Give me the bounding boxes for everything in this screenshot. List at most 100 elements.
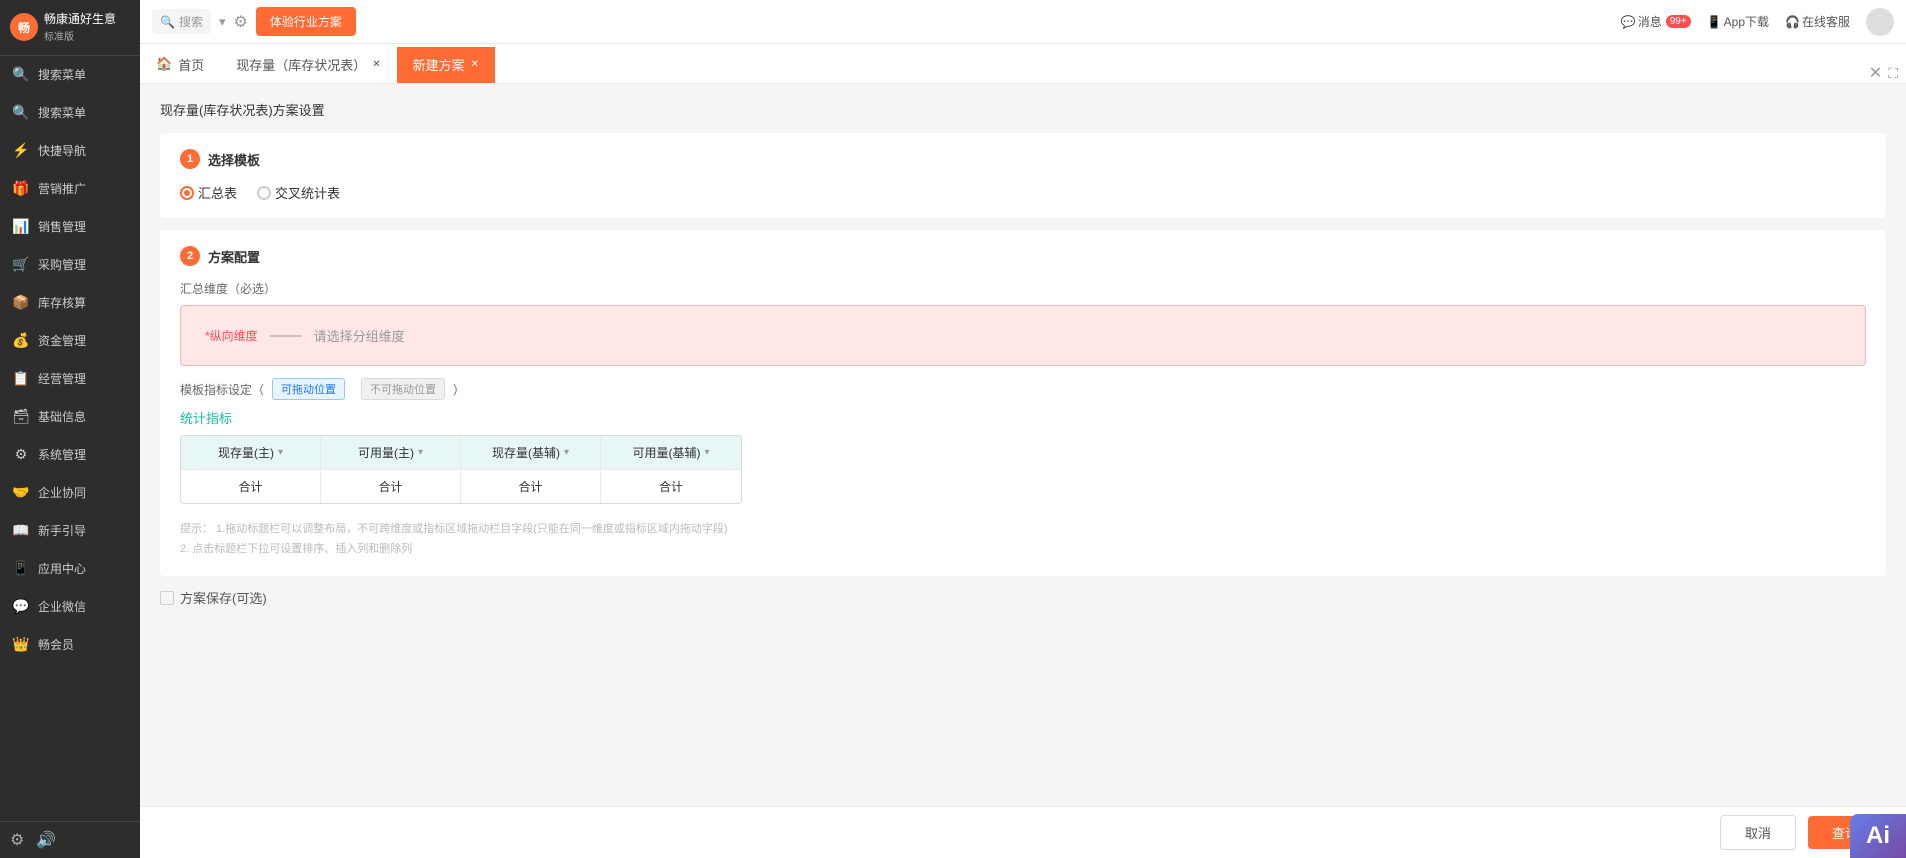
step1-badge: 1 [180, 149, 200, 169]
step2-section: 2 方案配置 汇总维度（必选） *纵向维度 —— 请选择分组维度 模板指标设定（… [160, 230, 1886, 576]
trial-button[interactable]: 体验行业方案 [256, 7, 356, 36]
dim-arrow: —— [270, 327, 302, 345]
tab-expand-icon[interactable]: ⛶ [1888, 65, 1898, 82]
headset-icon: 🎧 [1785, 15, 1800, 29]
sidebar-search-label: 搜索菜单 [38, 66, 86, 83]
message-badge: 99+ [1666, 15, 1691, 28]
footer: 取消 查询 [140, 806, 1906, 858]
page-title: 现存量(库存状况表)方案设置 [160, 100, 1886, 119]
member-icon: 👑 [12, 636, 30, 654]
logo-icon: 畅 [10, 13, 38, 41]
stats-body-cell-0: 合计 [181, 470, 321, 503]
stats-body-text-0: 合计 [238, 478, 262, 495]
operation-icon: 📋 [12, 370, 30, 388]
sidebar-item-finance[interactable]: 💰 资金管理 [0, 322, 140, 360]
tip-2: 2. 点击标题栏下拉可设置排序、插入列和删除列 [180, 540, 1866, 556]
sidebar-item-label-search: 搜索菜单 [38, 104, 86, 121]
sidebar-item-label-purchase: 采购管理 [38, 256, 86, 273]
stats-body-cell-3: 合计 [601, 470, 741, 503]
radio-crosstab-label: 交叉统计表 [275, 183, 340, 202]
sidebar-item-label-basic: 基础信息 [38, 408, 86, 425]
tab-inventory-close[interactable]: ✕ [372, 59, 380, 70]
tab-inventory-status[interactable]: 现存量（库存状况表） ✕ [220, 47, 396, 83]
sidebar-item-contract[interactable]: 🤝 企业协同 [0, 474, 140, 512]
settings-icon[interactable]: ⚙ [10, 830, 24, 850]
sidebar-item-search[interactable]: 🔍 搜索菜单 [0, 94, 140, 132]
stats-header-cell-3[interactable]: 可用量(基辅) ▾ [601, 436, 741, 469]
stats-label: 统计指标 [180, 408, 1866, 427]
wechat-icon: 💬 [12, 598, 30, 616]
tab-new-plan-close[interactable]: ✕ [471, 59, 479, 70]
tip-1: 提示： 1.拖动标题栏可以调整布局，不可跨维度或指标区域拖动栏目字段(只能在同一… [180, 520, 1866, 536]
chevron-down-icon-3: ▾ [704, 447, 709, 458]
user-avatar[interactable] [1866, 8, 1894, 36]
logo-subtitle: 标准版 [44, 28, 116, 43]
search-icon: 🔍 [12, 66, 30, 84]
ai-badge[interactable]: Ai [1850, 814, 1906, 858]
radio-crosstab[interactable]: 交叉统计表 [257, 183, 340, 202]
tab-new-plan[interactable]: 新建方案 ✕ [397, 47, 495, 83]
basic-icon: 🗃 [12, 408, 30, 426]
save-option[interactable]: 方案保存(可选) [160, 588, 1886, 607]
topbar-right: 💬 消息 99+ 📱 App下载 🎧 在线客服 [1621, 8, 1894, 36]
sidebar-item-purchase[interactable]: 🛒 采购管理 [0, 246, 140, 284]
stats-header-cell-2[interactable]: 现存量(基辅) ▾ [461, 436, 601, 469]
step1-title: 选择模板 [208, 150, 260, 169]
sales-icon: 📊 [12, 218, 30, 236]
sidebar-item-wechat[interactable]: 💬 企业微信 [0, 588, 140, 626]
tab-close-panel-icon[interactable]: ✕ [1869, 63, 1882, 83]
radio-crosstab-dot [257, 186, 271, 200]
sidebar-search[interactable]: 🔍 搜索菜单 [0, 56, 140, 94]
stats-body-text-2: 合计 [518, 478, 542, 495]
guide-icon: 📖 [12, 522, 30, 540]
speaker-icon[interactable]: 🔊 [36, 830, 56, 850]
cancel-button[interactable]: 取消 [1720, 815, 1796, 850]
step1-section: 1 选择模板 汇总表 交叉统计表 [160, 133, 1886, 218]
contract-icon: 🤝 [12, 484, 30, 502]
sidebar-item-label-quicknav: 快捷导航 [38, 142, 86, 159]
service-item[interactable]: 🎧 在线客服 [1785, 13, 1850, 30]
stats-header-text-1: 可用量(主) [358, 444, 414, 461]
sidebar-item-label-contract: 企业协同 [38, 484, 86, 501]
topbar-search-icon: 🔍 [160, 15, 175, 29]
sidebar-item-operation[interactable]: 📋 经营管理 [0, 360, 140, 398]
sidebar: 畅 畅康通好生意 标准版 🔍 搜索菜单 🔍 搜索菜单 ⚡ 快捷导航 🎁 营销推广… [0, 0, 140, 858]
template-radio-group: 汇总表 交叉统计表 [180, 183, 1866, 202]
stats-body-row: 合计 合计 合计 合计 [181, 469, 741, 503]
topbar-dropdown-icon[interactable]: ▾ [219, 14, 226, 30]
sidebar-item-marketing[interactable]: 🎁 营销推广 [0, 170, 140, 208]
search-icon: 🔍 [12, 104, 30, 122]
marketing-icon: 🎁 [12, 180, 30, 198]
topbar-search-text: 搜索 [179, 13, 203, 30]
sidebar-item-label-guide: 新手引导 [38, 522, 86, 539]
sidebar-item-label-inventory: 库存核算 [38, 294, 86, 311]
radio-summary[interactable]: 汇总表 [180, 183, 237, 202]
sidebar-item-guide[interactable]: 📖 新手引导 [0, 512, 140, 550]
tabs-bar: 🏠 首页 现存量（库存状况表） ✕ 新建方案 ✕ ✕ ⛶ [140, 44, 1906, 84]
sidebar-item-inventory[interactable]: 📦 库存核算 [0, 284, 140, 322]
topbar-search-box[interactable]: 🔍 搜索 [152, 9, 211, 34]
sidebar-item-appstore[interactable]: 📱 应用中心 [0, 550, 140, 588]
sidebar-item-sales[interactable]: 📊 销售管理 [0, 208, 140, 246]
sidebar-item-quicknav[interactable]: ⚡ 快捷导航 [0, 132, 140, 170]
sidebar-item-system[interactable]: ⚙ 系统管理 [0, 436, 140, 474]
indicator-label-text: 模板指标设定（ [180, 381, 264, 398]
sidebar-item-member[interactable]: 👑 畅会员 [0, 626, 140, 664]
page-content: 现存量(库存状况表)方案设置 1 选择模板 汇总表 交叉统计表 [140, 84, 1906, 806]
chevron-down-icon-1: ▾ [418, 447, 423, 458]
stats-header-row: 现存量(主) ▾ 可用量(主) ▾ 现存量(基辅) ▾ [181, 436, 741, 469]
save-checkbox[interactable] [160, 591, 174, 605]
tab-new-plan-label: 新建方案 [413, 55, 465, 74]
stats-header-text-2: 现存量(基辅) [492, 444, 560, 461]
stats-header-cell-0[interactable]: 现存量(主) ▾ [181, 436, 321, 469]
message-item[interactable]: 💬 消息 99+ [1621, 13, 1691, 30]
dim-box[interactable]: *纵向维度 —— 请选择分组维度 [180, 305, 1866, 366]
app-download-item[interactable]: 📱 App下载 [1707, 13, 1769, 30]
sidebar-item-basic[interactable]: 🗃 基础信息 [0, 398, 140, 436]
movable-badge: 可拖动位置 [272, 378, 345, 400]
chevron-down-icon-2: ▾ [564, 447, 569, 458]
stats-header-cell-1[interactable]: 可用量(主) ▾ [321, 436, 461, 469]
tab-home[interactable]: 🏠 首页 [140, 47, 220, 83]
topbar-gear-icon[interactable]: ⚙ [234, 12, 248, 32]
phone-icon: 📱 [1707, 15, 1722, 29]
